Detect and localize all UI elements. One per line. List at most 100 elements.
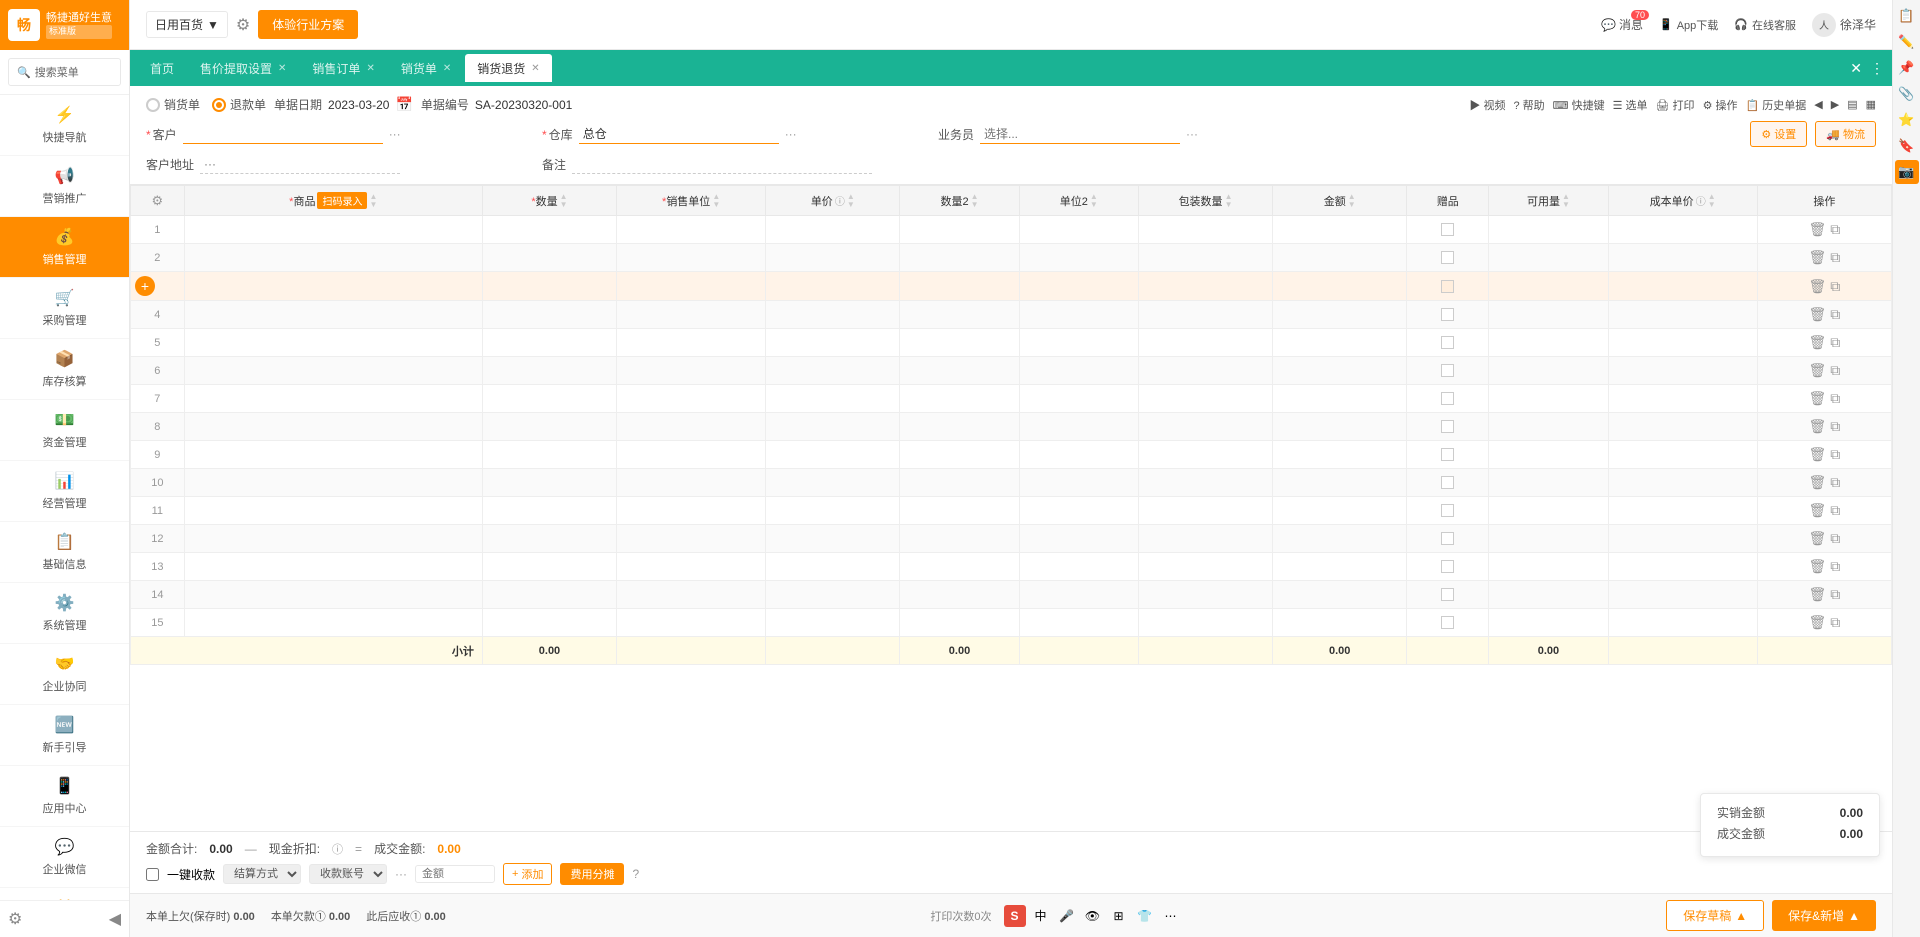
- search-menu-button[interactable]: 🔍 搜索菜单: [8, 58, 121, 86]
- app-download-link[interactable]: 📱 App下载: [1659, 17, 1718, 33]
- right-icon-doc[interactable]: 📋: [1895, 4, 1919, 28]
- delete-row-2[interactable]: 🗑: [1806, 249, 1828, 266]
- table-icon[interactable]: ⊞: [1108, 905, 1130, 927]
- video-btn[interactable]: ▶ 视频: [1469, 97, 1505, 113]
- more-icon[interactable]: ⋯: [1160, 905, 1182, 927]
- gift-checkbox-12[interactable]: [1441, 532, 1454, 545]
- tab-close-sales[interactable]: ✕: [443, 63, 451, 74]
- sidebar-item-kuaijie[interactable]: ⚡ 快捷导航: [0, 95, 129, 156]
- salesperson-input[interactable]: [980, 125, 1180, 144]
- gift-checkbox-3[interactable]: [1441, 280, 1454, 293]
- delete-row-11[interactable]: 🗑: [1806, 502, 1828, 519]
- customer-more-icon[interactable]: ···: [389, 127, 401, 141]
- gift-checkbox-15[interactable]: [1441, 616, 1454, 629]
- copy-row-14[interactable]: ⧉: [1828, 586, 1842, 603]
- sidebar-item-jichuxinxi[interactable]: 📋 基础信息: [0, 522, 129, 583]
- add-expense-button[interactable]: + 添加: [503, 863, 552, 885]
- copy-row-1[interactable]: ⧉: [1828, 221, 1842, 238]
- bank-dots[interactable]: ···: [395, 867, 407, 881]
- copy-row-15[interactable]: ⧉: [1828, 614, 1842, 631]
- gift-checkbox-9[interactable]: [1441, 448, 1454, 461]
- tab-close-price[interactable]: ✕: [278, 63, 286, 74]
- delete-row-1[interactable]: 🗑: [1806, 221, 1828, 238]
- delete-row-5[interactable]: 🗑: [1806, 334, 1828, 351]
- right-icon-edit[interactable]: ✏️: [1895, 30, 1919, 54]
- message-button[interactable]: 💬 消息 70: [1601, 16, 1643, 33]
- sidebar-item-kucun[interactable]: 📦 库存核算: [0, 339, 129, 400]
- eye-icon[interactable]: 👁: [1082, 905, 1104, 927]
- sidebar-item-qiyexietong[interactable]: 🤝 企业协同: [0, 644, 129, 705]
- discount-info-icon[interactable]: ⓘ: [332, 841, 343, 857]
- quick-pay-checkbox[interactable]: [146, 868, 159, 881]
- copy-row-7[interactable]: ⧉: [1828, 390, 1842, 407]
- sidebar-item-xinshou[interactable]: 🆕 新手引导: [0, 705, 129, 766]
- select-btn[interactable]: ☰ 选单: [1613, 97, 1648, 113]
- sidebar-item-yingxiao[interactable]: 📢 营销推广: [0, 156, 129, 217]
- sidebar-item-zijin[interactable]: 💵 资金管理: [0, 400, 129, 461]
- right-icon-bookmark[interactable]: 🔖: [1895, 134, 1919, 158]
- save-new-button[interactable]: 保存&新增 ▲: [1772, 900, 1876, 931]
- user-menu[interactable]: 人 徐泽华: [1812, 13, 1876, 37]
- copy-row-6[interactable]: ⧉: [1828, 362, 1842, 379]
- prev-btn[interactable]: ◀: [1814, 97, 1822, 113]
- customer-input[interactable]: [183, 125, 383, 144]
- bank-select[interactable]: 收款账号: [309, 864, 387, 884]
- print-btn[interactable]: 🖨 打印: [1656, 97, 1695, 113]
- warehouse-more-icon[interactable]: ···: [785, 127, 797, 141]
- sidebar-item-changhui[interactable]: 👑 畅会员: [0, 888, 129, 900]
- delete-row-9[interactable]: 🗑: [1806, 446, 1828, 463]
- gift-checkbox-11[interactable]: [1441, 504, 1454, 517]
- copy-row-2[interactable]: ⧉: [1828, 249, 1842, 266]
- ops-btn[interactable]: ⚙ 操作: [1703, 97, 1738, 113]
- help-btn[interactable]: ? 帮助: [1513, 97, 1544, 113]
- tab-price-settings[interactable]: 售价提取设置 ✕: [188, 54, 298, 82]
- copy-row-12[interactable]: ⧉: [1828, 530, 1842, 547]
- save-draft-button[interactable]: 保存草稿 ▲: [1666, 900, 1764, 931]
- mic-icon[interactable]: 🎤: [1056, 905, 1078, 927]
- copy-row-11[interactable]: ⧉: [1828, 502, 1842, 519]
- category-select[interactable]: 日用百货 ▼: [146, 11, 228, 38]
- delete-row-3[interactable]: 🗑: [1806, 278, 1828, 295]
- delete-row-12[interactable]: 🗑: [1806, 530, 1828, 547]
- amount-input[interactable]: [415, 865, 495, 883]
- add-row-button[interactable]: +: [135, 276, 155, 296]
- delete-row-14[interactable]: 🗑: [1806, 586, 1828, 603]
- gift-checkbox-14[interactable]: [1441, 588, 1454, 601]
- copy-row-9[interactable]: ⧉: [1828, 446, 1842, 463]
- gift-checkbox-2[interactable]: [1441, 251, 1454, 264]
- delete-row-15[interactable]: 🗑: [1806, 614, 1828, 631]
- sidebar-item-jingying[interactable]: 📊 经营管理: [0, 461, 129, 522]
- tab-sales[interactable]: 销货单 ✕: [389, 54, 463, 82]
- copy-row-8[interactable]: ⧉: [1828, 418, 1842, 435]
- delete-row-10[interactable]: 🗑: [1806, 474, 1828, 491]
- sidebar-item-yingyong[interactable]: 📱 应用中心: [0, 766, 129, 827]
- table-scroll[interactable]: ⚙ 商品 扫码录入 ▲▼ 数量: [130, 185, 1892, 831]
- gift-checkbox-5[interactable]: [1441, 336, 1454, 349]
- right-icon-star[interactable]: ⭐: [1895, 108, 1919, 132]
- copy-row-3[interactable]: ⧉: [1828, 278, 1842, 295]
- list-view-btn[interactable]: ▤: [1847, 97, 1857, 113]
- delete-row-13[interactable]: 🗑: [1806, 558, 1828, 575]
- gift-checkbox-10[interactable]: [1441, 476, 1454, 489]
- delete-row-7[interactable]: 🗑: [1806, 390, 1828, 407]
- remark-input[interactable]: [572, 155, 872, 174]
- right-icon-clip[interactable]: 📎: [1895, 82, 1919, 106]
- copy-row-5[interactable]: ⧉: [1828, 334, 1842, 351]
- radio-sale[interactable]: 销货单: [146, 96, 200, 113]
- copy-row-10[interactable]: ⧉: [1828, 474, 1842, 491]
- copy-row-4[interactable]: ⧉: [1828, 306, 1842, 323]
- salesperson-more-icon[interactable]: ···: [1186, 127, 1198, 141]
- gift-checkbox-7[interactable]: [1441, 392, 1454, 405]
- right-icon-pin[interactable]: 📌: [1895, 56, 1919, 80]
- gift-checkbox-4[interactable]: [1441, 308, 1454, 321]
- settings-button[interactable]: ⚙ 设置: [1750, 121, 1807, 147]
- delete-row-4[interactable]: 🗑: [1806, 306, 1828, 323]
- gift-checkbox-8[interactable]: [1441, 420, 1454, 433]
- expense-split-button[interactable]: 费用分摊: [560, 863, 624, 885]
- product-input-3[interactable]: [189, 279, 478, 294]
- copy-row-13[interactable]: ⧉: [1828, 558, 1842, 575]
- right-icon-camera[interactable]: 📷: [1895, 160, 1919, 184]
- shirt-icon[interactable]: 👕: [1134, 905, 1156, 927]
- tab-home[interactable]: 首页: [138, 54, 186, 82]
- logistics-button[interactable]: 🚚 物流: [1815, 121, 1876, 147]
